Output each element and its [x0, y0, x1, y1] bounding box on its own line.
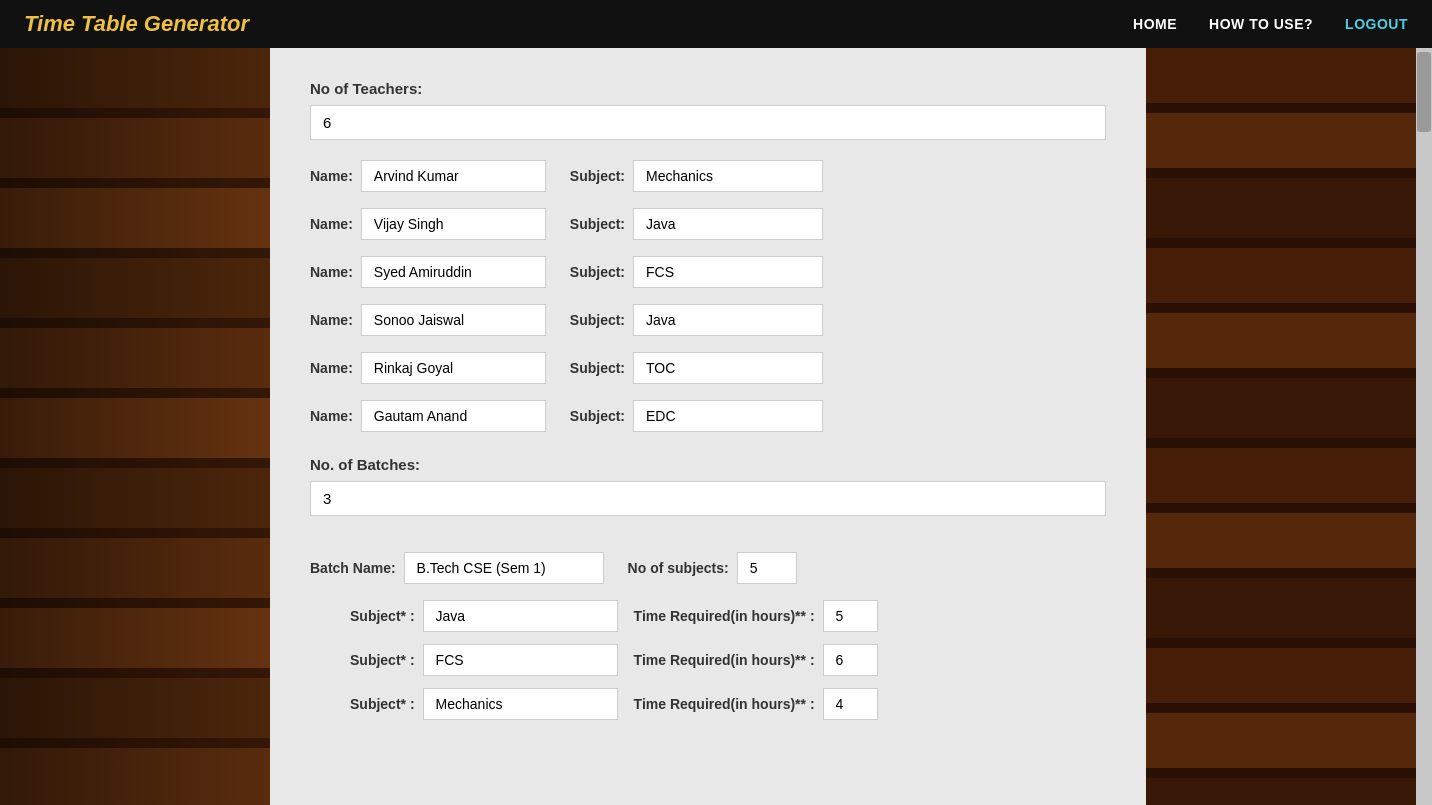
subject-field-input-0-0[interactable] — [423, 600, 618, 632]
subject-label-1: Subject: — [570, 216, 625, 232]
teacher-rows: Name: Subject: Name: Subject: Name: Subj… — [310, 160, 1106, 432]
no-subjects-label-0: No of subjects: — [628, 560, 729, 576]
teacher-name-input-4[interactable] — [361, 352, 546, 384]
teacher-row: Name: Subject: — [310, 400, 1106, 432]
subject-label-2: Subject: — [570, 264, 625, 280]
left-sidebar — [0, 48, 270, 805]
scrollbar[interactable] — [1416, 48, 1432, 805]
teacher-name-input-2[interactable] — [361, 256, 546, 288]
name-label-1: Name: — [310, 216, 353, 232]
subject-label-3: Subject: — [570, 312, 625, 328]
teacher-row: Name: Subject: — [310, 256, 1106, 288]
time-req-label-0-0: Time Required(in hours)** : — [634, 608, 815, 624]
time-req-input-0-1[interactable] — [823, 644, 878, 676]
teacher-name-input-3[interactable] — [361, 304, 546, 336]
teacher-row: Name: Subject: — [310, 304, 1106, 336]
batches-section-label: No. of Batches: — [310, 456, 1106, 473]
nav-home[interactable]: HOME — [1133, 16, 1177, 32]
teacher-name-input-1[interactable] — [361, 208, 546, 240]
teacher-subject-input-5[interactable] — [633, 400, 823, 432]
subject-label-0: Subject: — [570, 168, 625, 184]
batch-row-0: Batch Name: No of subjects: — [310, 552, 1106, 584]
teacher-name-input-5[interactable] — [361, 400, 546, 432]
batches-count-input[interactable] — [310, 481, 1106, 516]
right-sidebar — [1146, 48, 1416, 805]
left-sidebar-overlay — [0, 48, 270, 805]
time-req-input-0-0[interactable] — [823, 600, 878, 632]
teacher-subject-input-2[interactable] — [633, 256, 823, 288]
teacher-name-input-0[interactable] — [361, 160, 546, 192]
time-req-label-0-2: Time Required(in hours)** : — [634, 696, 815, 712]
subject-star-label-0-2: Subject* : — [350, 696, 415, 712]
name-label-0: Name: — [310, 168, 353, 184]
teacher-subject-input-1[interactable] — [633, 208, 823, 240]
teachers-count-input[interactable] — [310, 105, 1106, 140]
subject-row-0-0: Subject* : Time Required(in hours)** : — [350, 600, 1106, 632]
nav-logout[interactable]: LOGOUT — [1345, 16, 1408, 32]
name-label-2: Name: — [310, 264, 353, 280]
subject-label-5: Subject: — [570, 408, 625, 424]
teacher-row: Name: Subject: — [310, 352, 1106, 384]
subject-row-0-1: Subject* : Time Required(in hours)** : — [350, 644, 1106, 676]
brand-title: Time Table Generator — [24, 11, 1133, 37]
teachers-section-label: No of Teachers: — [310, 80, 1106, 97]
subject-star-label-0-1: Subject* : — [350, 652, 415, 668]
teacher-row: Name: Subject: — [310, 160, 1106, 192]
subject-row-0-2: Subject* : Time Required(in hours)** : — [350, 688, 1106, 720]
subject-label-4: Subject: — [570, 360, 625, 376]
teacher-subject-input-0[interactable] — [633, 160, 823, 192]
page-layout: No of Teachers: Name: Subject: Name: Sub… — [0, 48, 1432, 805]
scrollbar-thumb[interactable] — [1417, 52, 1431, 132]
nav-how-to-use[interactable]: HOW TO USE? — [1209, 16, 1313, 32]
no-subjects-input-0[interactable] — [737, 552, 797, 584]
teacher-row: Name: Subject: — [310, 208, 1106, 240]
batch-name-label-0: Batch Name: — [310, 560, 396, 576]
subject-star-label-0-0: Subject* : — [350, 608, 415, 624]
subject-field-input-0-2[interactable] — [423, 688, 618, 720]
batch-rows: Batch Name: No of subjects: Subject* : T… — [310, 552, 1106, 720]
main-content: No of Teachers: Name: Subject: Name: Sub… — [270, 48, 1146, 805]
nav-links: HOME HOW TO USE? LOGOUT — [1133, 16, 1408, 32]
teacher-subject-input-3[interactable] — [633, 304, 823, 336]
name-label-3: Name: — [310, 312, 353, 328]
subject-field-input-0-1[interactable] — [423, 644, 618, 676]
name-label-5: Name: — [310, 408, 353, 424]
right-sidebar-bg — [1146, 48, 1416, 805]
name-label-4: Name: — [310, 360, 353, 376]
batch-0: Batch Name: No of subjects: Subject* : T… — [310, 552, 1106, 720]
teacher-subject-input-4[interactable] — [633, 352, 823, 384]
time-req-label-0-1: Time Required(in hours)** : — [634, 652, 815, 668]
batch-name-input-0[interactable] — [404, 552, 604, 584]
time-req-input-0-2[interactable] — [823, 688, 878, 720]
batches-section-divider: No. of Batches: — [310, 456, 1106, 536]
navbar: Time Table Generator HOME HOW TO USE? LO… — [0, 0, 1432, 48]
